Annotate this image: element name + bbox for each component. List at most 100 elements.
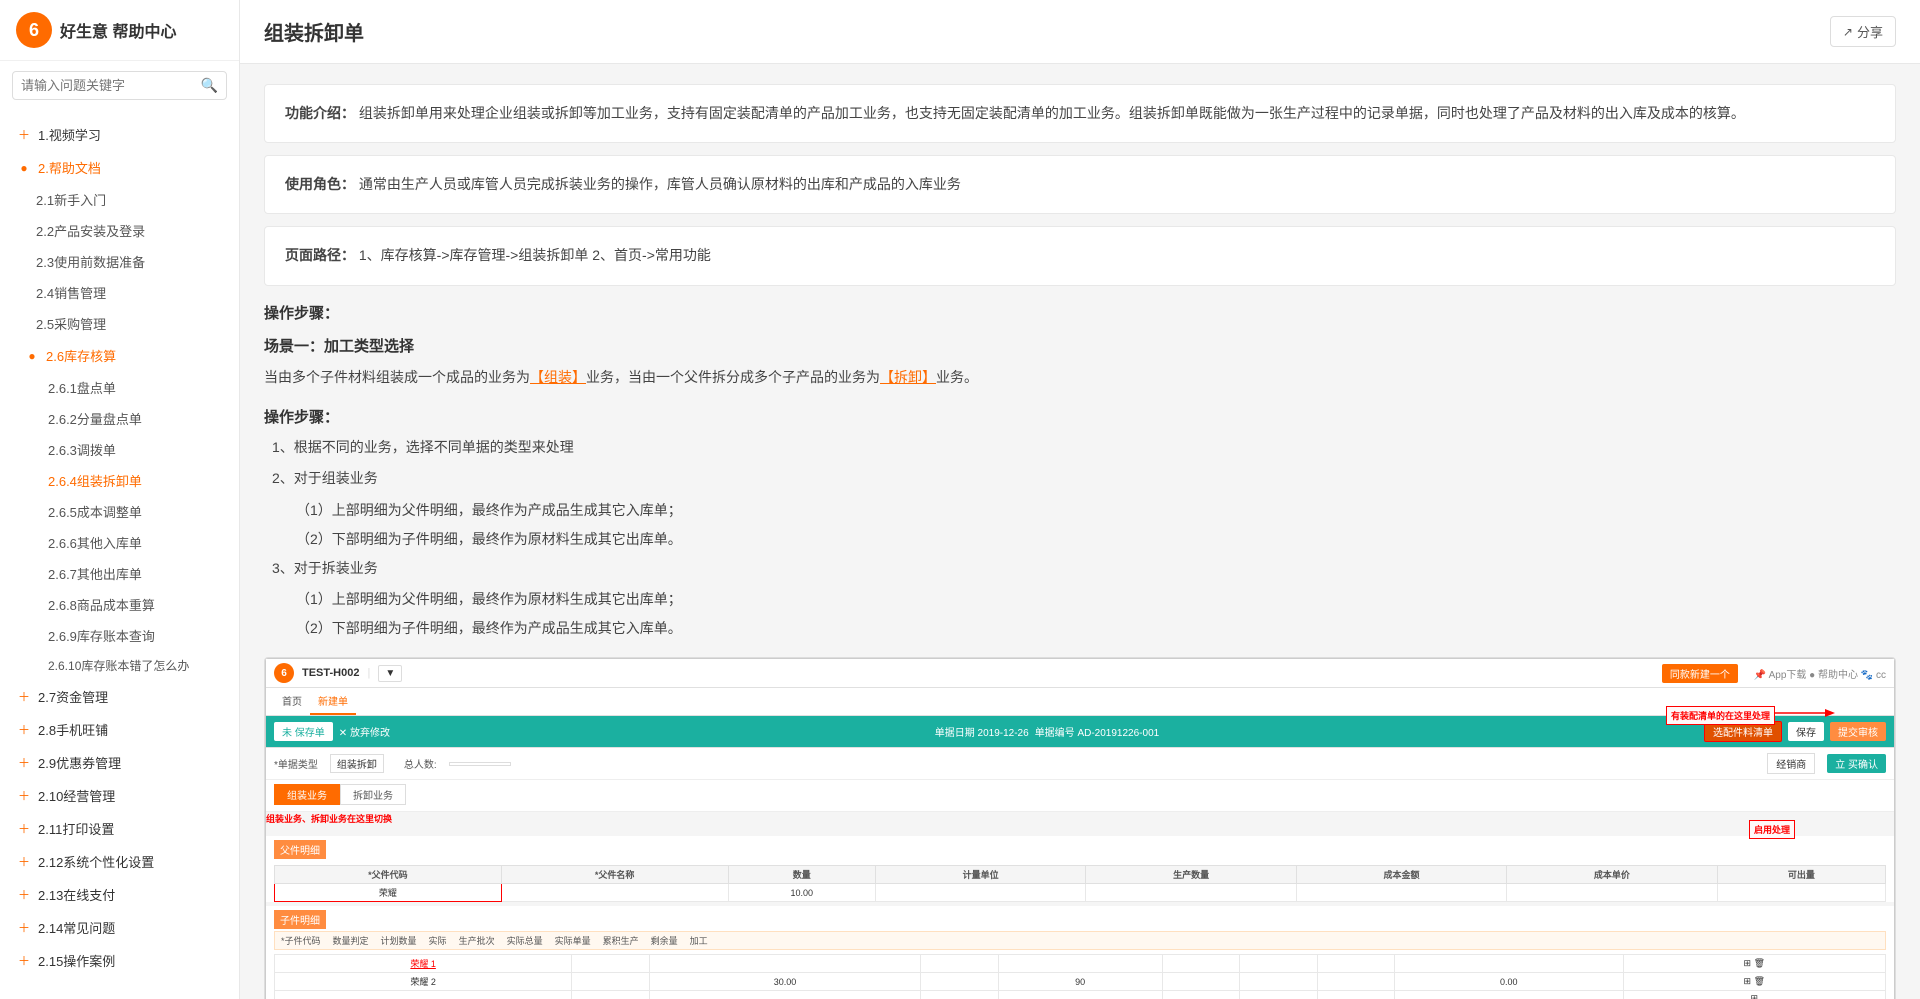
mock-tb-date: 单据日期 2019-12-26 xyxy=(935,724,1029,739)
plus-icon-2-14: ＋ xyxy=(16,920,32,936)
plus-icon-2-13: ＋ xyxy=(16,887,32,903)
step-2: 2、对于组装业务 xyxy=(272,466,1896,491)
role-text: 通常由生产人员或库管人员完成拆装业务的操作，库管人员确认原材料的出库和产成品的入… xyxy=(359,176,961,192)
mock-qty-val xyxy=(449,762,511,766)
sidebar-item-2-7[interactable]: ＋ 2.7资金管理 xyxy=(0,680,239,713)
sidebar-item-2-10[interactable]: ＋ 2.10经营管理 xyxy=(0,779,239,812)
step-2-2: （2）下部明细为子件明细，最终作为原材料生成其它出库单。 xyxy=(296,527,1896,552)
mock-upper-th-qty: 数量 xyxy=(728,866,875,884)
mock-upper-th-unitcost: 成本单价 xyxy=(1507,866,1717,884)
sidebar-item-2-6-1[interactable]: 2.6.1盘点单 xyxy=(0,372,239,403)
screenshot-container: 6 TEST-H002 | ▼ 同款新建一个 📌 App下载 ● 帮助中心 🐾 … xyxy=(264,657,1896,999)
page-title: 组装拆卸单 xyxy=(264,17,364,46)
mock-upper-th-avail: 可出量 xyxy=(1717,866,1885,884)
mock-upper-header: 父件明细 xyxy=(274,840,326,859)
mock-org-field: 经销商 xyxy=(1767,753,1815,774)
sidebar-item-2-6-2[interactable]: 2.6.2分量盘点单 xyxy=(0,403,239,434)
sidebar-item-video[interactable]: ＋ 1.视频学习 xyxy=(0,118,239,151)
main-content: 组装拆卸单 ↗ 分享 功能介绍： 组装拆卸单用来处理企业组装或拆卸等加工业务，支… xyxy=(240,0,1920,999)
step-list: 1、根据不同的业务，选择不同单据的类型来处理 2、对于组装业务 （1）上部明细为… xyxy=(272,435,1896,641)
mock-type-section: 组装业务 拆卸业务 组装业务、拆卸业务在这里切换 xyxy=(266,780,1894,812)
main-header: 组装拆卸单 ↗ 分享 xyxy=(240,0,1920,64)
content-area: 功能介绍： 组装拆卸单用来处理企业组装或拆卸等加工业务，支持有固定装配清单的产品… xyxy=(240,64,1920,999)
mock-upper-th-code: *父件代码 xyxy=(275,866,502,884)
step-3-1: （1）上部明细为父件明细，最终作为原材料生成其它出库单； xyxy=(296,587,1896,612)
steps-heading: 操作步骤： xyxy=(264,406,1896,427)
mock-field-type-label: *单据类型 xyxy=(274,756,318,771)
path-block: 页面路径： 1、库存核算->库存管理->组装拆卸单 2、首页->常用功能 xyxy=(264,226,1896,285)
sidebar-item-2-6-9[interactable]: 2.6.9库存账本查询 xyxy=(0,620,239,651)
mock-tb-btn2: ✕ 放弃修改 xyxy=(339,724,390,739)
sidebar-item-2-11[interactable]: ＋ 2.11打印设置 xyxy=(0,812,239,845)
sidebar-item-2-8[interactable]: ＋ 2.8手机旺铺 xyxy=(0,713,239,746)
mock-app: 6 TEST-H002 | ▼ 同款新建一个 📌 App下载 ● 帮助中心 🐾 … xyxy=(265,658,1895,999)
mock-upper-th-name: *父件名称 xyxy=(501,866,728,884)
plus-icon-2-10: ＋ xyxy=(16,788,32,804)
search-box[interactable]: 🔍 xyxy=(12,71,227,100)
sidebar-item-2-12[interactable]: ＋ 2.12系统个性化设置 xyxy=(0,845,239,878)
mock-nav-home[interactable]: 首页 xyxy=(274,688,310,715)
sidebar-item-2-4[interactable]: 2.4销售管理 xyxy=(0,277,239,308)
annotation-arrow-config xyxy=(1775,706,1835,723)
sidebar-item-2-9[interactable]: ＋ 2.9优惠券管理 xyxy=(0,746,239,779)
mock-icons: 📌 App下载 ● 帮助中心 🐾 cc xyxy=(1754,666,1886,681)
sidebar-item-2-6-10[interactable]: 2.6.10库存账本错了怎么办 xyxy=(0,651,239,680)
mock-upper-table: *父件代码 *父件名称 数量 计量单位 生产数量 成本金额 成本单价 可出量 xyxy=(274,865,1886,902)
sidebar-item-2-1[interactable]: 2.1新手入门 xyxy=(0,184,239,215)
mock-tab-assembly[interactable]: 组装业务 xyxy=(274,784,340,805)
logo-icon: 6 xyxy=(16,12,52,48)
path-label: 页面路径： xyxy=(285,247,355,263)
mock-tb-save: 保存 xyxy=(1788,722,1824,741)
mock-upper-th-cost: 成本金额 xyxy=(1296,866,1506,884)
mock-lower-subheader: *子件代码 数量判定 计划数量 实际 生产批次 实际总量 实际单量 累积生产 剩… xyxy=(274,931,1886,950)
mock-upper-table-container: 父件明细 *父件代码 *父件名称 数量 计量单位 生产数量 xyxy=(266,836,1894,902)
mock-nav-new[interactable]: 新建单 xyxy=(310,688,356,715)
sidebar-item-2-6-6[interactable]: 2.6.6其他入库单 xyxy=(0,527,239,558)
minus-icon: ● xyxy=(16,160,32,176)
sidebar-item-2-2[interactable]: 2.2产品安装及登录 xyxy=(0,215,239,246)
ops-heading: 操作步骤： xyxy=(264,302,1896,323)
step-3: 3、对于拆装业务 xyxy=(272,556,1896,581)
mock-upper-cell-qty: 10.00 xyxy=(728,884,875,902)
minus-icon-2: ● xyxy=(24,348,40,364)
sidebar-item-2-6-3[interactable]: 2.6.3调拨单 xyxy=(0,434,239,465)
sidebar-item-docs[interactable]: ● 2.帮助文档 xyxy=(0,151,239,184)
function-intro-block: 功能介绍： 组装拆卸单用来处理企业组装或拆卸等加工业务，支持有固定装配清单的产品… xyxy=(264,84,1896,143)
mock-upper-th-unit: 计量单位 xyxy=(875,866,1085,884)
step-3-children: （1）上部明细为父件明细，最终作为原材料生成其它出库单； （2）下部明细为子件明… xyxy=(296,587,1896,641)
mock-qty-label: 总人数: xyxy=(404,756,437,771)
sidebar-item-2-6-7[interactable]: 2.6.7其他出库单 xyxy=(0,558,239,589)
mock-divider: | xyxy=(367,667,370,679)
mock-upper-cell-code: 荣耀 xyxy=(275,884,502,902)
sidebar-item-2-5[interactable]: 2.5采购管理 xyxy=(0,308,239,339)
mock-topbar: 6 TEST-H002 | ▼ 同款新建一个 📌 App下载 ● 帮助中心 🐾 … xyxy=(266,659,1894,688)
mock-toolbar: 未 保存单 ✕ 放弃修改 单据日期 2019-12-26 单据编号 AD-201… xyxy=(266,716,1894,748)
plus-icon-2-8: ＋ xyxy=(16,722,32,738)
plus-icon-2-15: ＋ xyxy=(16,953,32,969)
sidebar-item-2-15[interactable]: ＋ 2.15操作案例 xyxy=(0,944,239,977)
sidebar-nav: ＋ 1.视频学习 ● 2.帮助文档 2.1新手入门 2.2产品安装及登录 2.3… xyxy=(0,110,239,999)
ops-section: 操作步骤： 场景一：加工类型选择 当由多个子件材料组装成一个成品的业务为【组装】… xyxy=(264,302,1896,999)
plus-icon-2-9: ＋ xyxy=(16,755,32,771)
sidebar-item-2-6-8[interactable]: 2.6.8商品成本重算 xyxy=(0,589,239,620)
mock-field-type-val: 组装拆卸 xyxy=(330,754,384,773)
mock-type-tabs: 组装业务 拆卸业务 xyxy=(274,784,1886,805)
mock-lower-row-2: 荣耀 2 30.00 90 0.00 ⊞ 🗑 xyxy=(275,973,1886,991)
mock-tb-num: 单据编号 AD-20191226-001 xyxy=(1035,724,1160,739)
sidebar-item-2-6-5[interactable]: 2.6.5成本调整单 xyxy=(0,496,239,527)
search-input[interactable] xyxy=(21,78,201,93)
share-icon: ↗ xyxy=(1843,25,1853,39)
sidebar-item-2-6-4[interactable]: 2.6.4组装拆卸单 xyxy=(0,465,239,496)
mock-company: TEST-H002 xyxy=(302,667,359,679)
screenshot-inner: 6 TEST-H002 | ▼ 同款新建一个 📌 App下载 ● 帮助中心 🐾 … xyxy=(265,658,1895,999)
mock-tb-submit: 提交审核 xyxy=(1830,722,1886,741)
sidebar-item-2-3[interactable]: 2.3使用前数据准备 xyxy=(0,246,239,277)
sidebar-item-2-13[interactable]: ＋ 2.13在线支付 xyxy=(0,878,239,911)
search-button[interactable]: 🔍 xyxy=(201,77,218,94)
share-button[interactable]: ↗ 分享 xyxy=(1830,16,1896,47)
mock-tab-disassembly[interactable]: 拆卸业务 xyxy=(340,784,406,805)
sidebar-item-2-14[interactable]: ＋ 2.14常见问题 xyxy=(0,911,239,944)
function-intro-text: 组装拆卸单用来处理企业组装或拆卸等加工业务，支持有固定装配清单的产品加工业务，也… xyxy=(359,105,1745,121)
sidebar: 6 好生意 帮助中心 🔍 ＋ 1.视频学习 ● 2.帮助文档 2.1新手入门 2… xyxy=(0,0,240,999)
sidebar-item-2-6[interactable]: ● 2.6库存核算 xyxy=(0,339,239,372)
